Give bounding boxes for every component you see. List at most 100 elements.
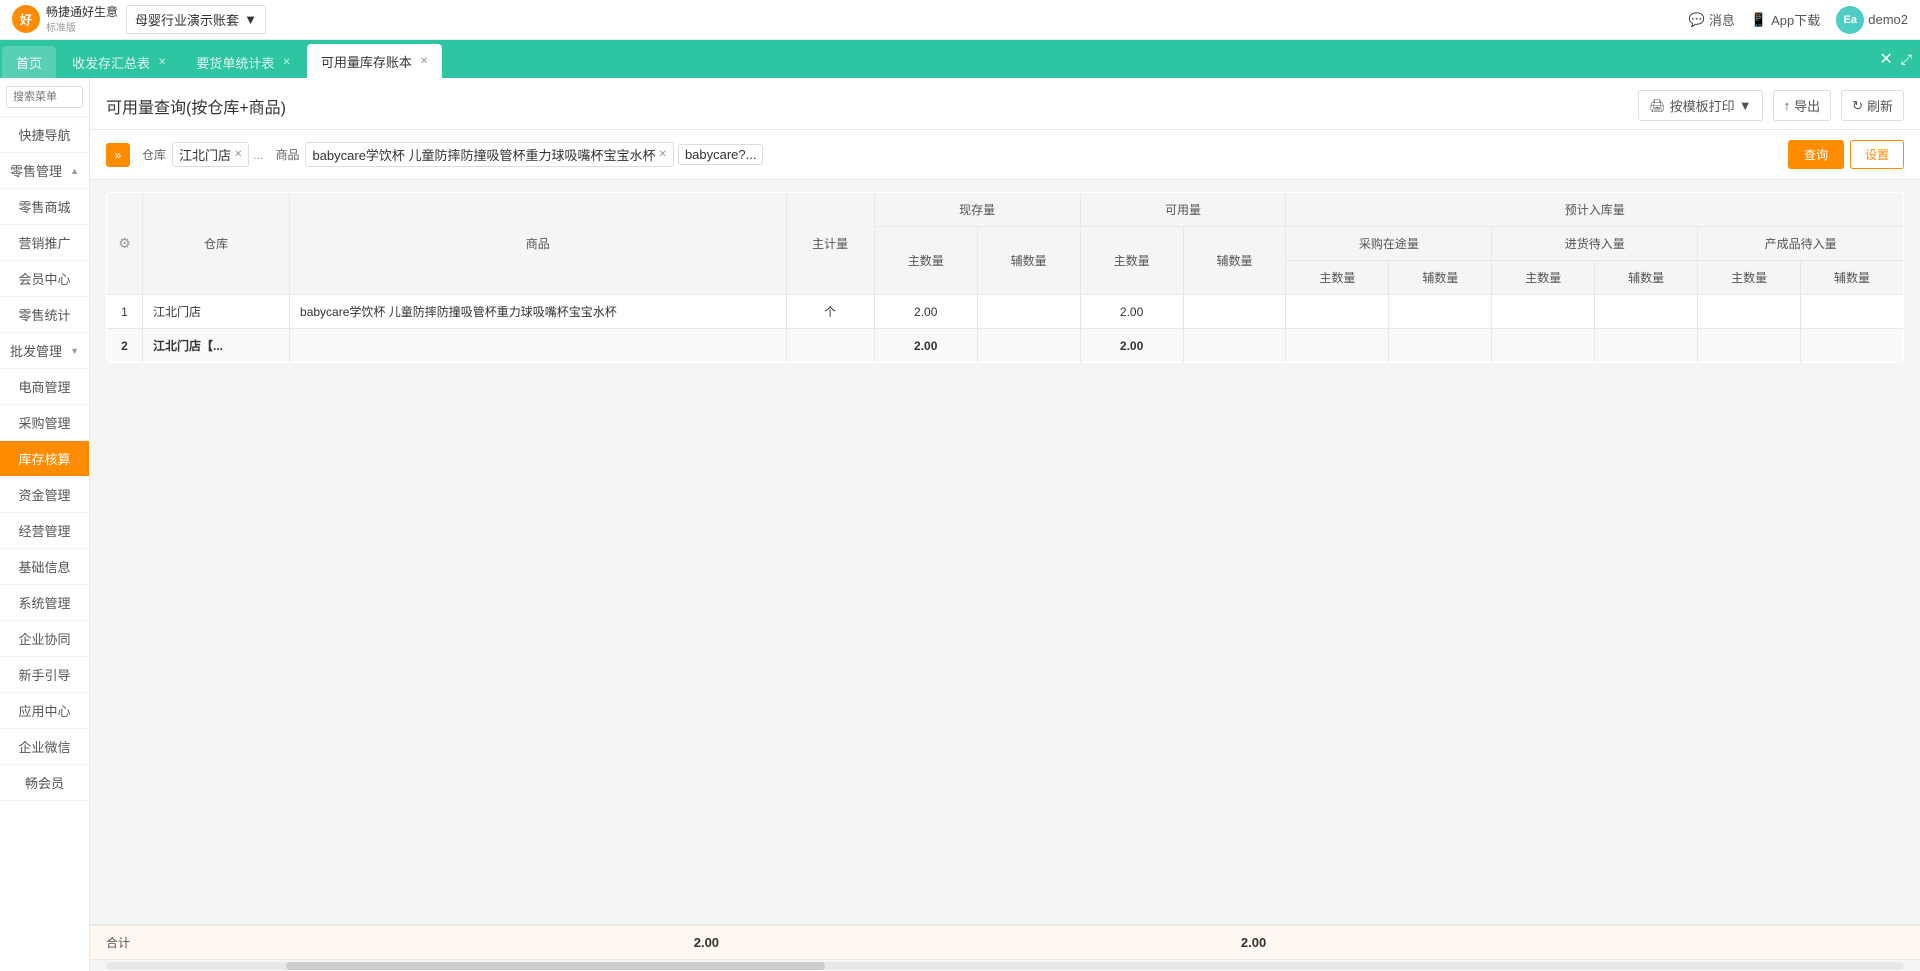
cell-unit-1: 个 [786,295,874,329]
chevron-down-icon: ▼ [244,12,257,27]
cell-product-2 [290,329,787,363]
cell-warehouse-2: 江北门店【... [143,329,290,363]
chevron-icon-2: ▼ [70,346,79,356]
sidebar-item-quick-nav[interactable]: 快捷导航 [0,117,89,153]
total-current-main: 2.00 [676,935,736,950]
cell-rownum-2: 2 [107,329,143,363]
avatar: Ea [1836,6,1864,34]
th-purchase-transit: 采购在途量 [1286,227,1492,261]
cell-inbound-aux-2 [1595,329,1698,363]
th-planned-inbound: 预计入库量 [1286,193,1904,227]
th-available: 可用量 [1080,193,1286,227]
sidebar-item-ecommerce[interactable]: 电商管理 [0,369,89,405]
product-filter-group: 商品 babycare学饮杯 儿童防摔防撞吸管杯重力球吸嘴杯宝宝水杯 ✕ bab… [275,142,763,167]
table-container: ⚙ 仓库 商品 主计量 现存量 可用量 预计入库量 主数量 辅数量 主数量 辅数… [90,180,1920,924]
sidebar-search-input[interactable] [6,86,83,108]
orders-tab-label: 要货单统计表 [196,53,274,72]
sidebar-item-system[interactable]: 系统管理 [0,585,89,621]
top-bar: 好 畅捷通好生意 标准版 母婴行业演示账套 ▼ 💬 消息 📱 App下载 Ea … [0,0,1920,40]
cell-inbound-main-1 [1492,295,1595,329]
sidebar-item-inventory-mgmt[interactable]: 库存核算 [0,441,89,477]
sidebar-item-retail-mall[interactable]: 零售商城 [0,189,89,225]
filter-toggle-btn[interactable]: » [106,143,130,167]
warehouse-filter-label: 仓库 [142,146,166,163]
sidebar-item-purchase[interactable]: 采购管理 [0,405,89,441]
refresh-icon: ↻ [1852,98,1863,114]
query-button[interactable]: 查询 [1788,140,1844,169]
settings-button[interactable]: 设置 [1850,140,1904,169]
page-actions: 🖨 按模板打印 ▼ ↑ 导出 ↻ 刷新 [1638,90,1904,121]
th-unit: 主计量 [786,193,874,295]
sidebar-item-wholesale[interactable]: 批发管理 ▼ [0,333,89,369]
sidebar-item-operations[interactable]: 经营管理 [0,513,89,549]
cell-purchase-main-1 [1286,295,1389,329]
product-tag-1[interactable]: babycare?... [678,144,764,165]
app-download-btn[interactable]: 📱 App下载 [1751,10,1820,29]
column-settings-icon[interactable]: ⚙ [118,235,131,251]
home-tab-label: 首页 [16,53,42,72]
sidebar-item-finance[interactable]: 资金管理 [0,477,89,513]
tab-orders[interactable]: 要货单统计表 ✕ [182,46,304,78]
product-tags: babycare学饮杯 儿童防摔防撞吸管杯重力球吸嘴杯宝宝水杯 ✕ babyca… [305,142,763,167]
remove-product-tag-0[interactable]: ✕ [659,149,667,160]
sidebar-item-basic-info[interactable]: 基础信息 [0,549,89,585]
th-inbound-aux: 辅数量 [1595,261,1698,295]
message-btn[interactable]: 💬 消息 [1689,10,1735,29]
cell-current-aux-2 [977,329,1080,363]
sidebar-item-members[interactable]: 会员中心 [0,261,89,297]
dropdown-icon: ▼ [1739,98,1752,113]
sidebar-item-app-center[interactable]: 应用中心 [0,693,89,729]
cell-avail-main-2: 2.00 [1080,329,1183,363]
cell-production-aux-2 [1801,329,1904,363]
close-inventory-tab[interactable]: ✕ [420,56,428,67]
print-icon: 🖨 [1649,98,1666,114]
inventory-tab-label: 可用量库存账本 [321,52,412,71]
cell-inbound-main-2 [1492,329,1595,363]
th-production-main: 主数量 [1698,261,1801,295]
warehouse-tag-0[interactable]: 江北门店 ✕ [172,142,249,167]
print-btn[interactable]: 🖨 按模板打印 ▼ [1638,90,1762,121]
close-receipts-tab[interactable]: ✕ [158,57,166,68]
filter-actions: 查询 设置 [1788,140,1904,169]
cell-avail-main-1: 2.00 [1080,295,1183,329]
sidebar: 快捷导航 零售管理 ▲ 零售商城 营销推广 会员中心 零售统计 批发管理 ▼ 电… [0,78,90,971]
totals-row: 2.00 2.00 [156,935,1904,950]
close-all-tabs-icon[interactable]: ✕ [1879,49,1892,69]
cell-unit-2 [786,329,874,363]
page-header: 可用量查询(按仓库+商品) 🖨 按模板打印 ▼ ↑ 导出 ↻ 刷新 [90,78,1920,130]
maximize-icon[interactable]: ⤢ [1901,51,1912,68]
remove-warehouse-tag[interactable]: ✕ [234,149,242,160]
th-current-main: 主数量 [874,227,977,295]
user-menu[interactable]: Ea demo2 [1836,6,1908,34]
product-tag-0[interactable]: babycare学饮杯 儿童防摔防撞吸管杯重力球吸嘴杯宝宝水杯 ✕ [305,142,673,167]
warehouse-more[interactable]: ... [253,148,263,162]
sidebar-item-retail-stats[interactable]: 零售统计 [0,297,89,333]
tab-inventory[interactable]: 可用量库存账本 ✕ [307,44,442,78]
industry-select[interactable]: 母婴行业演示账套 ▼ [126,5,266,34]
table-row: 2 江北门店【... 2.00 2.00 [107,329,1904,363]
refresh-btn[interactable]: ↻ 刷新 [1841,90,1904,121]
tab-receipts[interactable]: 收发存汇总表 ✕ [58,46,180,78]
close-orders-tab[interactable]: ✕ [282,57,290,68]
sidebar-item-vip[interactable]: 畅会员 [0,765,89,801]
sidebar-item-guide[interactable]: 新手引导 [0,657,89,693]
top-bar-left: 好 畅捷通好生意 标准版 母婴行业演示账套 ▼ [12,5,266,34]
scroll-bar-thumb[interactable] [286,962,825,970]
tab-home[interactable]: 首页 [2,46,56,78]
table-footer: 合计 2.00 2.00 [90,924,1920,959]
logo-icon: 好 [12,5,40,33]
sidebar-item-enterprise[interactable]: 企业协同 [0,621,89,657]
sidebar-item-retail[interactable]: 零售管理 ▲ [0,153,89,189]
sidebar-item-marketing[interactable]: 营销推广 [0,225,89,261]
logo-text: 畅捷通好生意 [46,5,118,19]
th-product: 商品 [290,193,787,295]
th-current-aux: 辅数量 [977,227,1080,295]
warehouse-tags: 江北门店 ✕ ... [172,142,263,167]
sidebar-item-wechat[interactable]: 企业微信 [0,729,89,765]
cell-inbound-aux-1 [1595,295,1698,329]
th-purchase-aux: 辅数量 [1389,261,1492,295]
cell-current-main-1: 2.00 [874,295,977,329]
filter-bar: » 仓库 江北门店 ✕ ... 商品 babycare学饮杯 儿童防摔防撞吸管杯… [90,130,1920,180]
cell-purchase-aux-2 [1389,329,1492,363]
export-btn[interactable]: ↑ 导出 [1773,90,1832,121]
